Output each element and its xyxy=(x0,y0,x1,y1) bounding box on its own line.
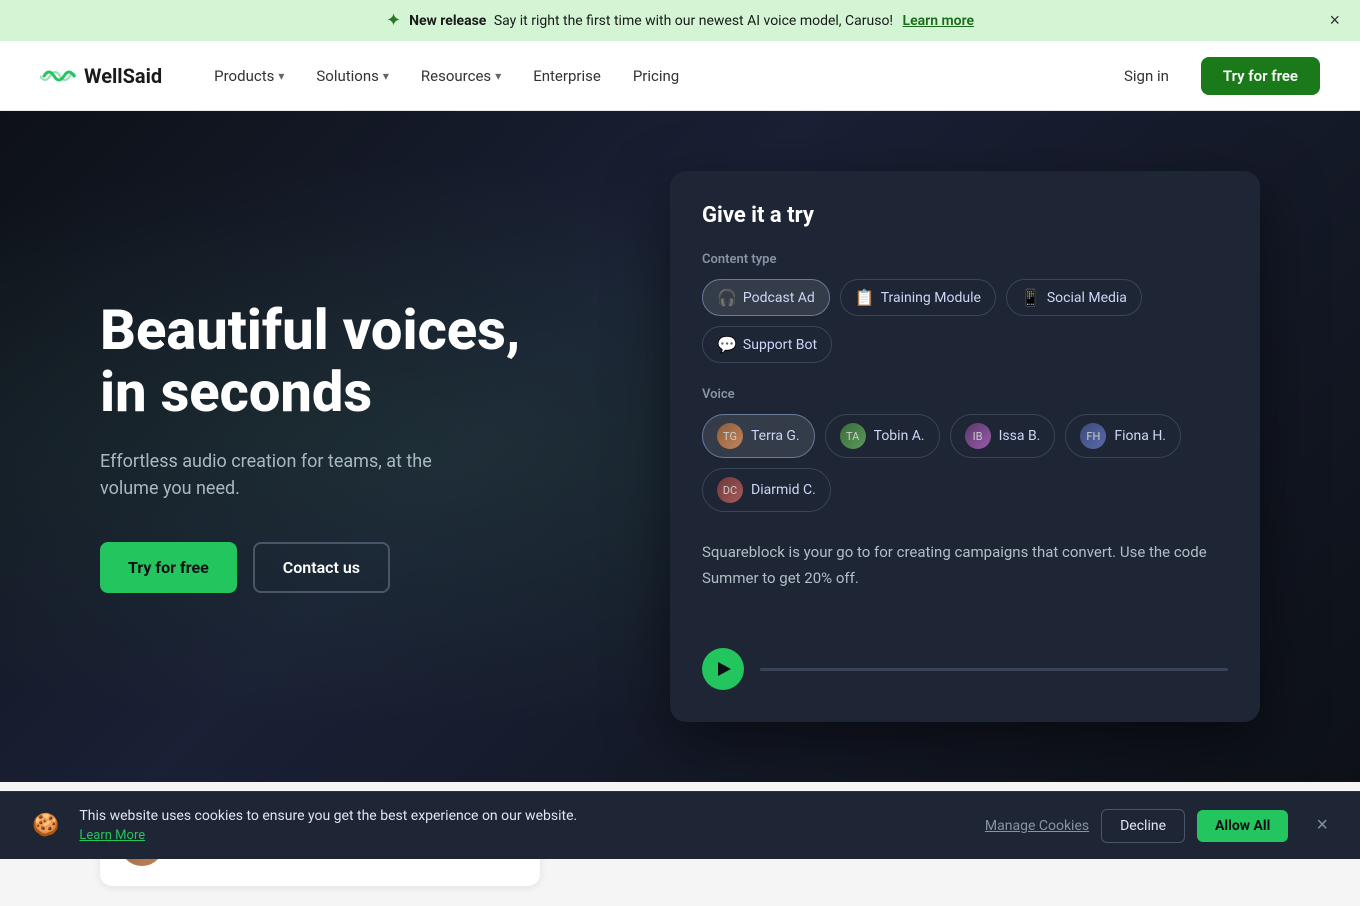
sparkle-icon: ✦ xyxy=(386,10,401,31)
logo-icon xyxy=(40,64,76,88)
cookie-text-block: This website uses cookies to ensure you … xyxy=(79,808,965,843)
cookie-close-button[interactable]: × xyxy=(1316,814,1328,837)
banner-close-button[interactable]: × xyxy=(1329,10,1340,31)
voice-row: TG Terra G. TA Tobin A. IB Issa B. FH Fi… xyxy=(702,414,1228,512)
content-chip-training-module[interactable]: 📋 Training Module xyxy=(840,279,996,316)
nav-products[interactable]: Products ▾ xyxy=(202,59,296,93)
content-chip-support-bot[interactable]: 💬 Support Bot xyxy=(702,326,832,363)
nav-pricing[interactable]: Pricing xyxy=(621,59,691,93)
nav-links: Products ▾ Solutions ▾ Resources ▾ Enter… xyxy=(202,59,1108,93)
voice-chip-issa[interactable]: IB Issa B. xyxy=(950,414,1056,458)
audio-player xyxy=(702,648,1228,690)
demo-text: Squareblock is your go to for creating c… xyxy=(702,540,1228,620)
cookie-banner: 🍪 This website uses cookies to ensure yo… xyxy=(0,791,1360,859)
cookie-actions: Manage Cookies Decline Allow All xyxy=(985,809,1288,843)
sign-in-button[interactable]: Sign in xyxy=(1108,59,1185,93)
products-chevron-icon: ▾ xyxy=(278,69,284,83)
nav-enterprise[interactable]: Enterprise xyxy=(521,59,613,93)
avatar-diarmid: DC xyxy=(717,477,743,503)
hero-buttons: Try for free Contact us xyxy=(100,542,620,593)
hero-subtitle: Effortless audio creation for teams, at … xyxy=(100,448,620,502)
avatar-terra: TG xyxy=(717,423,743,449)
hero-try-free-button[interactable]: Try for free xyxy=(100,542,237,593)
manage-cookies-button[interactable]: Manage Cookies xyxy=(985,818,1089,834)
play-button[interactable] xyxy=(702,648,744,690)
banner-text: Say it right the first time with our new… xyxy=(494,13,893,29)
announcement-banner: ✦ New release Say it right the first tim… xyxy=(0,0,1360,41)
content-type-label: Content type xyxy=(702,252,1228,267)
voice-chip-diarmid[interactable]: DC Diarmid C. xyxy=(702,468,831,512)
voice-chip-tobin[interactable]: TA Tobin A. xyxy=(825,414,940,458)
content-chip-podcast-ad[interactable]: 🎧 Podcast Ad xyxy=(702,279,830,316)
cookie-main-text: This website uses cookies to ensure you … xyxy=(79,808,965,824)
progress-bar[interactable] xyxy=(760,668,1228,671)
content-type-row: 🎧 Podcast Ad 📋 Training Module 📱 Social … xyxy=(702,279,1228,363)
avatar-tobin: TA xyxy=(840,423,866,449)
play-icon xyxy=(718,662,731,676)
voice-chip-terra[interactable]: TG Terra G. xyxy=(702,414,815,458)
logo-link[interactable]: WellSaid xyxy=(40,64,162,88)
demo-card-title: Give it a try xyxy=(702,203,1228,228)
nav-try-free-button[interactable]: Try for free xyxy=(1201,57,1320,95)
avatar-fiona: FH xyxy=(1080,423,1106,449)
solutions-chevron-icon: ▾ xyxy=(383,69,389,83)
nav-solutions[interactable]: Solutions ▾ xyxy=(304,59,401,93)
podcast-ad-icon: 🎧 xyxy=(717,288,737,307)
decline-button[interactable]: Decline xyxy=(1101,809,1185,843)
social-media-icon: 📱 xyxy=(1021,288,1041,307)
allow-all-button[interactable]: Allow All xyxy=(1197,810,1288,842)
voice-label: Voice xyxy=(702,387,1228,402)
nav-right: Sign in Try for free xyxy=(1108,57,1320,95)
content-chip-social-media[interactable]: 📱 Social Media xyxy=(1006,279,1142,316)
voice-chip-fiona[interactable]: FH Fiona H. xyxy=(1065,414,1181,458)
resources-chevron-icon: ▾ xyxy=(495,69,501,83)
cookie-icon: 🍪 xyxy=(32,813,59,838)
new-release-label: New release xyxy=(409,13,486,29)
avatar-issa: IB xyxy=(965,423,991,449)
banner-learn-more-link[interactable]: Learn more xyxy=(903,13,974,29)
demo-card: Give it a try Content type 🎧 Podcast Ad … xyxy=(670,171,1260,722)
training-module-icon: 📋 xyxy=(855,288,875,307)
logo-text: WellSaid xyxy=(84,64,162,88)
cookie-learn-more-link[interactable]: Learn More xyxy=(79,828,145,843)
hero-title: Beautiful voices, in seconds xyxy=(100,300,620,423)
hero-left: Beautiful voices, in seconds Effortless … xyxy=(100,300,620,592)
nav-resources[interactable]: Resources ▾ xyxy=(409,59,513,93)
navbar: WellSaid Products ▾ Solutions ▾ Resource… xyxy=(0,41,1360,111)
hero-section: Beautiful voices, in seconds Effortless … xyxy=(0,111,1360,782)
hero-contact-button[interactable]: Contact us xyxy=(253,542,390,593)
support-bot-icon: 💬 xyxy=(717,335,737,354)
